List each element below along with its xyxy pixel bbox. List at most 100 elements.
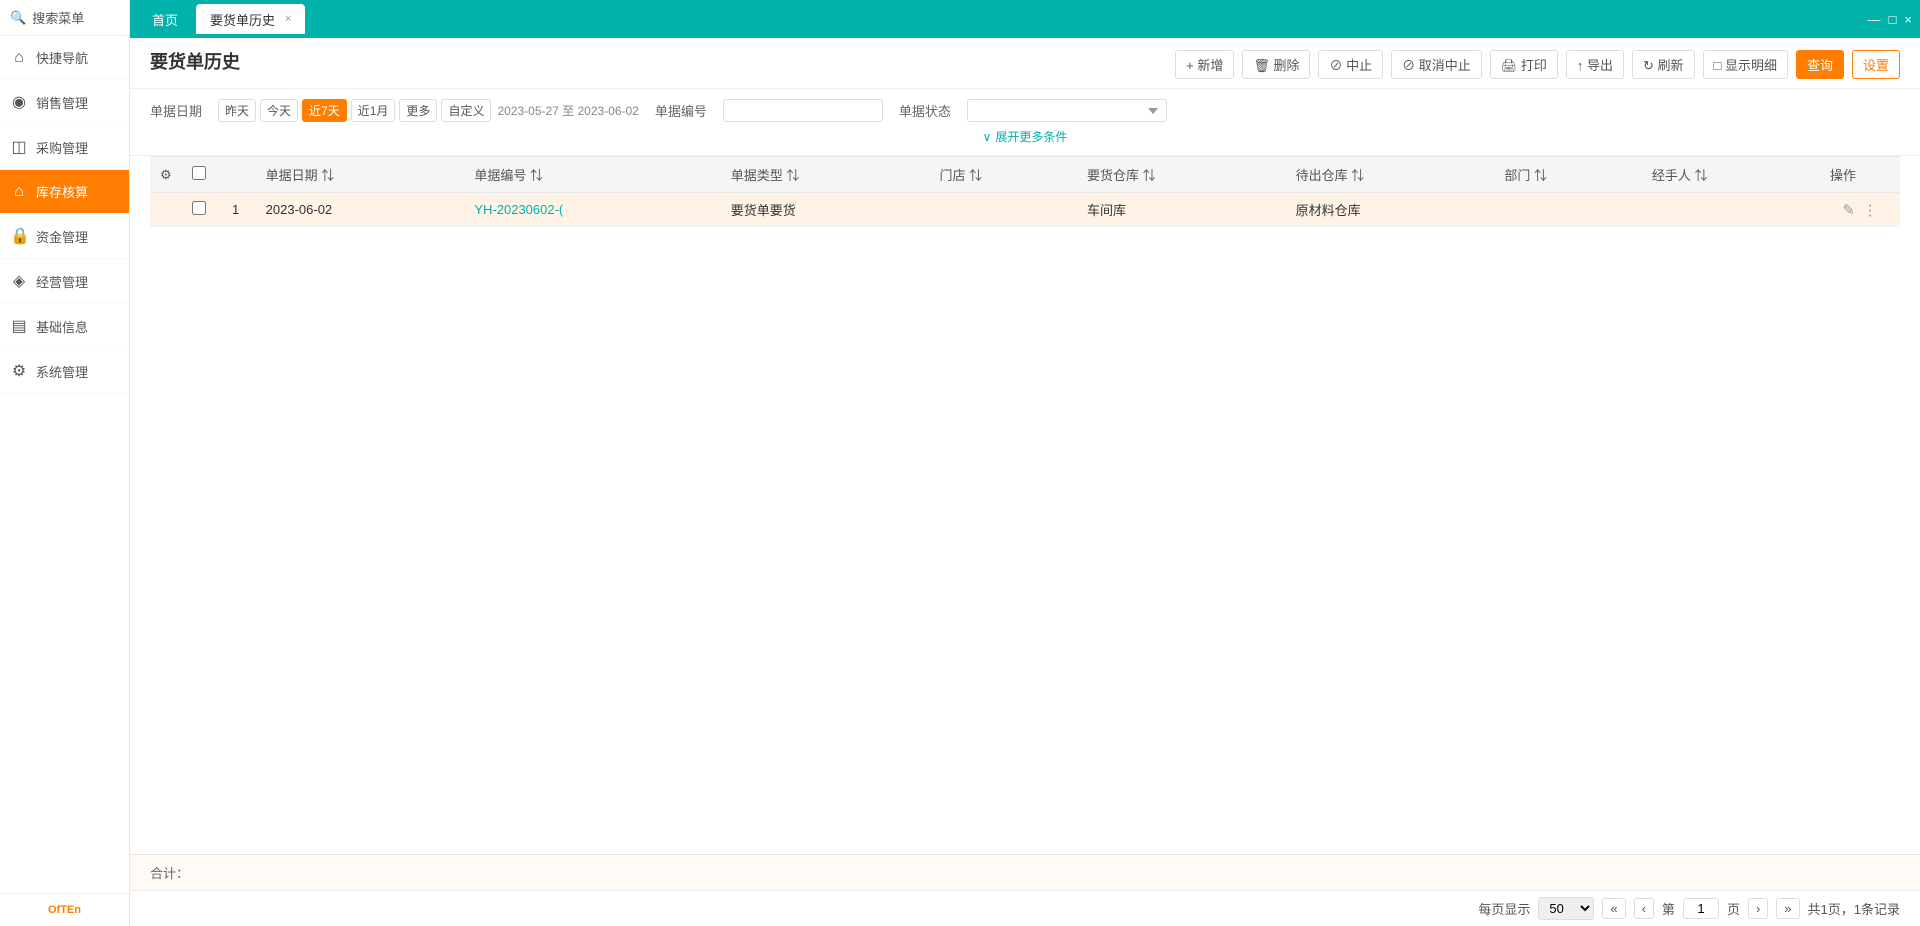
date-btn-more[interactable]: 更多 xyxy=(399,99,437,122)
row-handler xyxy=(1642,193,1820,227)
doc-no-link[interactable]: YH-20230602-( xyxy=(474,202,563,217)
expand-more-label: 展开更多条件 xyxy=(995,128,1067,145)
inventory-icon: ⌂ xyxy=(10,183,28,201)
date-filter-label: 单据日期 xyxy=(150,101,202,120)
print-button[interactable]: 🖨 打印 xyxy=(1490,50,1558,79)
row-doc-type: 要货单要货 xyxy=(721,193,930,227)
stop-button[interactable]: ⊘ 中止 xyxy=(1318,50,1383,79)
show-detail-button[interactable]: □ 显示明细 xyxy=(1703,50,1788,79)
row-checkbox[interactable] xyxy=(192,201,206,215)
col-department[interactable]: 部门 ⇅ xyxy=(1494,157,1641,193)
col-handler[interactable]: 经手人 ⇅ xyxy=(1642,157,1820,193)
sidebar: 🔍 搜索菜单 ⌂ 快捷导航 ◉ 销售管理 ◫ 采购管理 ⌂ 库存核算 🔒 资金管… xyxy=(0,0,130,926)
col-rownum xyxy=(216,157,256,193)
date-btn-today[interactable]: 今天 xyxy=(260,99,298,122)
sidebar-item-inventory[interactable]: ⌂ 库存核算 xyxy=(0,170,129,214)
search-icon: 🔍 xyxy=(10,10,26,26)
pagination: 每页显示 50 10 20 100 « ‹ 第 页 › » 共1页，1条记录 xyxy=(130,890,1920,926)
sidebar-item-label: 基础信息 xyxy=(36,317,88,336)
row-req-warehouse: 车间库 xyxy=(1077,193,1286,227)
new-button[interactable]: + 新增 xyxy=(1175,50,1234,79)
sidebar-item-label: 销售管理 xyxy=(36,93,88,112)
settings-button[interactable]: 设置 xyxy=(1852,50,1900,79)
sidebar-item-label: 资金管理 xyxy=(36,227,88,246)
sidebar-item-operation[interactable]: ◈ 经营管理 xyxy=(0,259,129,304)
date-btn-last1month[interactable]: 近1月 xyxy=(351,99,396,122)
col-doc-date-label: 单据日期 xyxy=(266,168,318,183)
basic-info-icon: ▤ xyxy=(10,316,28,336)
row-action-cell: ✎ ⋮ xyxy=(1820,193,1900,227)
expand-more-btn[interactable]: ∨ 展开更多条件 xyxy=(150,128,1900,145)
sidebar-item-label: 经营管理 xyxy=(36,272,88,291)
per-page-label: 每页显示 xyxy=(1478,899,1530,918)
col-doc-type-label: 单据类型 xyxy=(731,168,783,183)
col-store[interactable]: 门店 ⇅ xyxy=(929,157,1076,193)
footer-total: 合计： xyxy=(130,854,1920,890)
page-prefix: 第 xyxy=(1662,899,1675,918)
table-row: 1 2023-06-02 YH-20230602-( 要货单要货 车间库 原材料… xyxy=(150,193,1900,227)
tab-current[interactable]: 要货单历史 × xyxy=(196,4,305,34)
main-area: 首页 要货单历史 × — □ × 要货单历史 + 新增 🗑 删除 ⊘ 中止 ⊘ … xyxy=(130,0,1920,926)
sidebar-item-finance[interactable]: 🔒 资金管理 xyxy=(0,214,129,259)
window-maximize-btn[interactable]: □ xyxy=(1889,12,1897,27)
col-doc-no[interactable]: 单据编号 ⇅ xyxy=(464,157,720,193)
date-btn-last7[interactable]: 近7天 xyxy=(302,99,347,122)
page-suffix: 页 xyxy=(1727,899,1740,918)
delete-button[interactable]: 🗑 删除 xyxy=(1242,50,1310,79)
tab-bar: 首页 要货单历史 × — □ × xyxy=(130,0,1920,38)
row-more-icon[interactable]: ⋮ xyxy=(1863,202,1878,219)
export-button[interactable]: ↑ 导出 xyxy=(1566,50,1624,79)
date-filter-buttons: 昨天 今天 近7天 近1月 更多 自定义 2023-05-27 至 2023-0… xyxy=(218,99,639,122)
date-btn-yesterday[interactable]: 昨天 xyxy=(218,99,256,122)
window-minimize-btn[interactable]: — xyxy=(1868,12,1881,27)
col-doc-type[interactable]: 单据类型 ⇅ xyxy=(721,157,930,193)
col-action-label: 操作 xyxy=(1830,168,1856,183)
tab-home[interactable]: 首页 xyxy=(138,4,192,34)
total-info: 共1页，1条记录 xyxy=(1808,899,1900,918)
table-area: ⚙ 单据日期 ⇅ 单据编号 ⇅ 单据类型 ⇅ 门店 ⇅ xyxy=(130,156,1920,854)
system-icon: ⚙ xyxy=(10,361,28,381)
per-page-select[interactable]: 50 10 20 100 xyxy=(1538,897,1594,920)
sidebar-item-system[interactable]: ⚙ 系统管理 xyxy=(0,349,129,394)
sidebar-search-label: 搜索菜单 xyxy=(32,8,84,27)
col-settings[interactable]: ⚙ xyxy=(150,157,182,193)
home-tab-label: 首页 xyxy=(152,10,178,29)
sidebar-item-label: 采购管理 xyxy=(36,138,88,157)
sidebar-search[interactable]: 🔍 搜索菜单 xyxy=(0,0,129,36)
sidebar-item-basic-info[interactable]: ▤ 基础信息 xyxy=(0,304,129,349)
col-doc-date[interactable]: 单据日期 ⇅ xyxy=(256,157,465,193)
sales-icon: ◉ xyxy=(10,92,28,112)
prev-page-btn[interactable]: ‹ xyxy=(1634,898,1654,919)
date-btn-custom[interactable]: 自定义 xyxy=(441,99,491,122)
next-page-btn[interactable]: › xyxy=(1748,898,1768,919)
row-doc-date: 2023-06-02 xyxy=(256,193,465,227)
row-pending-warehouse: 原材料仓库 xyxy=(1286,193,1495,227)
window-close-btn[interactable]: × xyxy=(1904,12,1912,27)
cancel-stop-button[interactable]: ⊘ 取消中止 xyxy=(1391,50,1482,79)
sidebar-item-purchase[interactable]: ◫ 采购管理 xyxy=(0,125,129,170)
tab-bar-right: — □ × xyxy=(1868,12,1912,27)
col-req-warehouse-label: 要货仓库 xyxy=(1087,168,1139,183)
sidebar-item-label: 快捷导航 xyxy=(36,48,88,67)
col-department-label: 部门 xyxy=(1504,168,1530,183)
col-pending-warehouse[interactable]: 待出仓库 ⇅ xyxy=(1286,157,1495,193)
row-edit-icon[interactable]: ✎ xyxy=(1842,202,1855,219)
doc-no-input[interactable] xyxy=(723,99,883,122)
row-checkbox-cell xyxy=(182,193,216,227)
sidebar-item-sales[interactable]: ◉ 销售管理 xyxy=(0,80,129,125)
col-req-warehouse[interactable]: 要货仓库 ⇅ xyxy=(1077,157,1286,193)
sidebar-item-quick-nav[interactable]: ⌂ 快捷导航 xyxy=(0,36,129,80)
quick-nav-icon: ⌂ xyxy=(10,49,28,67)
page-number-input[interactable] xyxy=(1683,898,1719,919)
data-table: ⚙ 单据日期 ⇅ 单据编号 ⇅ 单据类型 ⇅ 门店 ⇅ xyxy=(150,156,1900,227)
first-page-btn[interactable]: « xyxy=(1602,898,1625,919)
row-doc-no: YH-20230602-( xyxy=(464,193,720,227)
select-all-checkbox[interactable] xyxy=(192,166,206,180)
last-page-btn[interactable]: » xyxy=(1776,898,1799,919)
refresh-button[interactable]: ↻ 刷新 xyxy=(1632,50,1695,79)
finance-icon: 🔒 xyxy=(10,226,28,246)
col-checkbox xyxy=(182,157,216,193)
doc-status-select[interactable] xyxy=(967,99,1167,122)
tab-close-icon[interactable]: × xyxy=(285,13,291,25)
query-button[interactable]: 查询 xyxy=(1796,50,1844,79)
